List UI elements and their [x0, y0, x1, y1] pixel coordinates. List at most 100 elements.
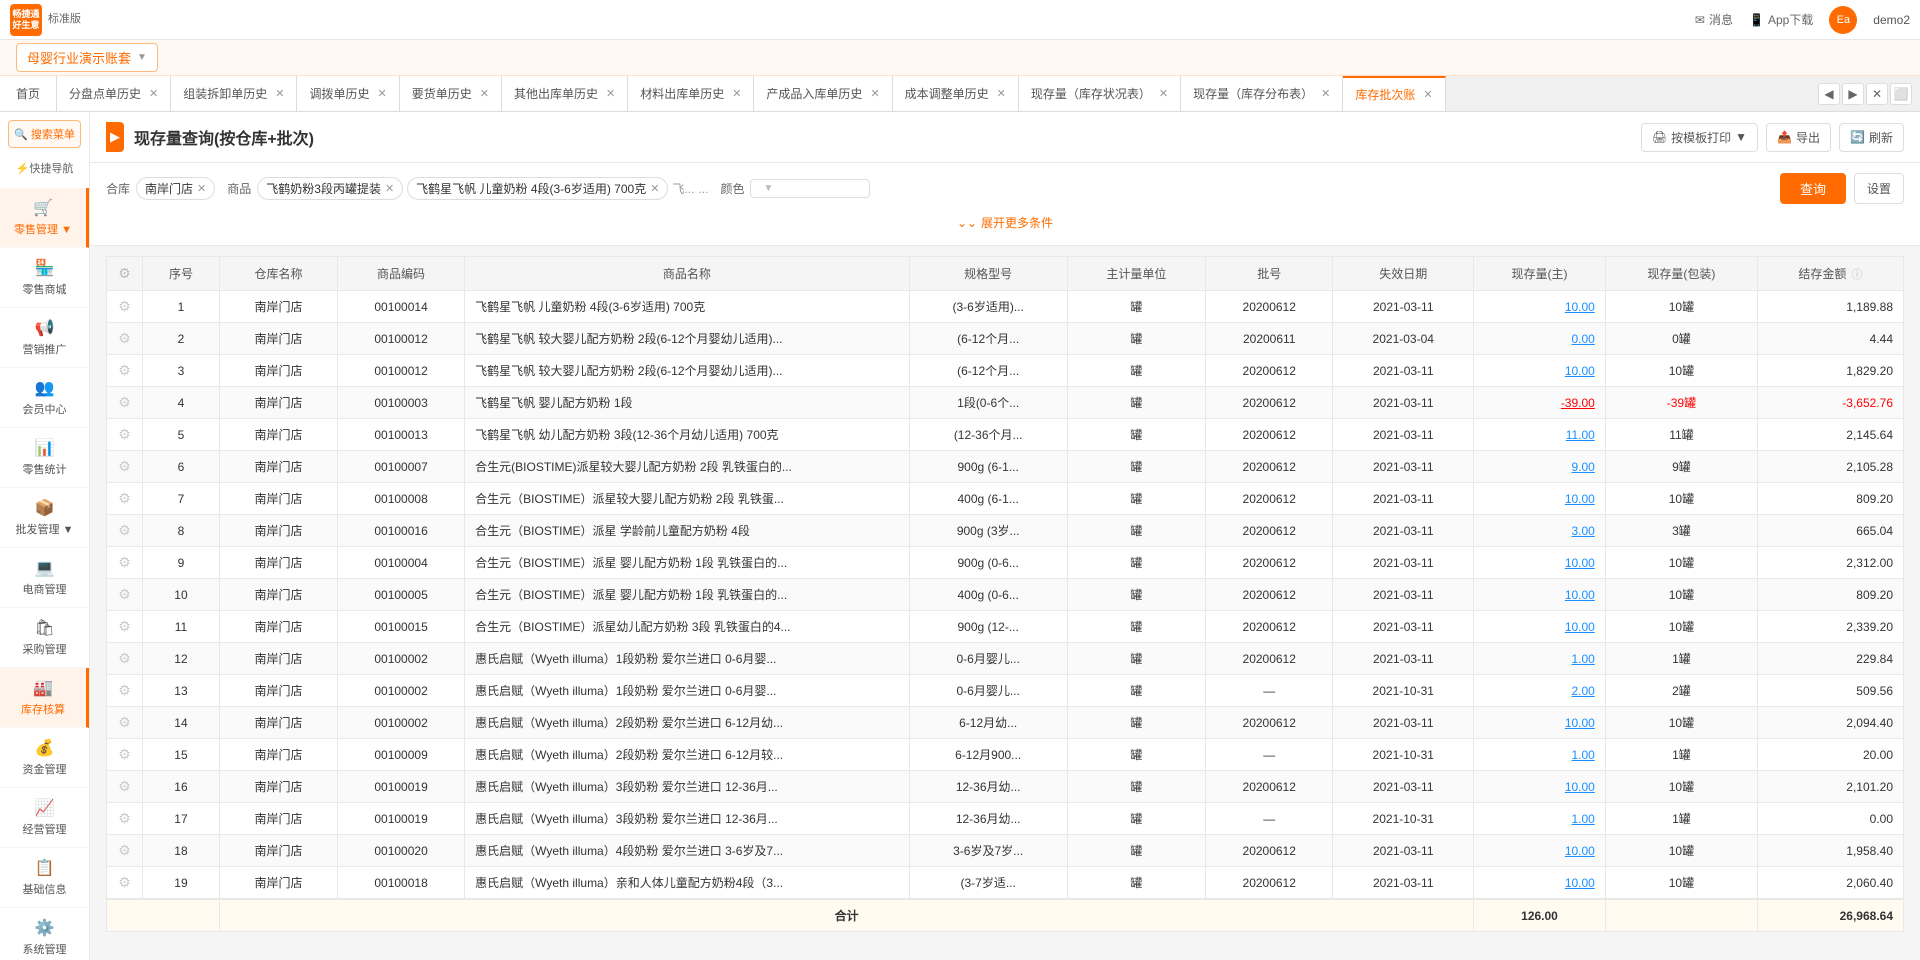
row-gear-icon[interactable]: ⚙ [118, 874, 131, 890]
row-gear-icon[interactable]: ⚙ [118, 714, 131, 730]
row-stock-main[interactable]: 10.00 [1474, 707, 1606, 739]
sidebar-item-retail-stats[interactable]: 📊 零售统计 [0, 428, 89, 488]
row-gear-icon[interactable]: ⚙ [118, 394, 131, 410]
query-button[interactable]: 查询 [1780, 173, 1846, 204]
row-gear-icon[interactable]: ⚙ [118, 842, 131, 858]
row-gear-icon[interactable]: ⚙ [118, 362, 131, 378]
tab-adjust-history[interactable]: 调拨单历史 ✕ [297, 76, 399, 112]
product-tag-1[interactable]: 飞鹤奶粉3段丙罐提装 ✕ [257, 177, 403, 200]
sidebar-item-ecommerce[interactable]: 💻 电商管理 [0, 548, 89, 608]
product-tag-2-close-icon[interactable]: ✕ [650, 182, 659, 195]
row-gear-icon[interactable]: ⚙ [118, 426, 131, 442]
row-stock-main[interactable]: 1.00 [1474, 739, 1606, 771]
app-download-button[interactable]: 📱 App下载 [1749, 11, 1813, 28]
tab-close-icon[interactable]: ✕ [870, 87, 879, 100]
row-gear-icon[interactable]: ⚙ [118, 778, 131, 794]
export-button[interactable]: 📤 导出 [1766, 123, 1831, 152]
row-gear-icon[interactable]: ⚙ [118, 458, 131, 474]
sidebar-item-purchase[interactable]: 🛍 采购管理 [0, 608, 89, 668]
row-stock-main[interactable]: 2.00 [1474, 675, 1606, 707]
tab-assemble-history[interactable]: 组装拆卸单历史 ✕ [171, 76, 297, 112]
info-icon[interactable]: ⓘ [1852, 269, 1863, 281]
tab-close-all-button[interactable]: ✕ [1866, 83, 1888, 105]
tab-batch-account[interactable]: 库存批次账 ✕ [1343, 76, 1445, 112]
warehouse-tag-1[interactable]: 南岸门店 ✕ [136, 177, 215, 200]
product-tag-2[interactable]: 飞鹤星飞帆 儿童奶粉 4段(3-6岁适用) 700克 ✕ [407, 177, 668, 200]
row-stock-main[interactable]: 10.00 [1474, 835, 1606, 867]
row-stock-main[interactable]: 10.00 [1474, 291, 1606, 323]
row-gear-icon[interactable]: ⚙ [118, 298, 131, 314]
settings-button[interactable]: 设置 [1854, 173, 1904, 204]
print-button[interactable]: 🖨 按模板打印 ▼ [1641, 123, 1758, 152]
row-gear-icon[interactable]: ⚙ [118, 810, 131, 826]
sidebar-item-member[interactable]: 👥 会员中心 [0, 368, 89, 428]
row-stock-main[interactable]: 9.00 [1474, 451, 1606, 483]
sidebar-item-wholesale[interactable]: 📦 批发管理 ▼ [0, 488, 89, 548]
sidebar-item-finance[interactable]: 💰 资金管理 [0, 728, 89, 788]
search-menu-button[interactable]: 🔍 搜索菜单 [8, 120, 81, 148]
tab-close-icon[interactable]: ✕ [480, 87, 489, 100]
row-stock-main[interactable]: 1.00 [1474, 803, 1606, 835]
tab-close-icon[interactable]: ✕ [606, 87, 615, 100]
tab-stock-dist[interactable]: 现存量（库存分布表） ✕ [1181, 76, 1343, 112]
sidebar-item-operations[interactable]: 📈 经营管理 [0, 788, 89, 848]
warehouse-tag-close-icon[interactable]: ✕ [197, 182, 206, 195]
row-stock-main[interactable]: 0.00 [1474, 323, 1606, 355]
row-gear-icon[interactable]: ⚙ [118, 682, 131, 698]
row-stock-main[interactable]: 10.00 [1474, 611, 1606, 643]
row-gear-icon[interactable]: ⚙ [118, 650, 131, 666]
row-stock-main[interactable]: 10.00 [1474, 547, 1606, 579]
row-stock-main[interactable]: 10.00 [1474, 483, 1606, 515]
tab-close-icon[interactable]: ✕ [1159, 87, 1168, 100]
tab-maximize-button[interactable]: ⬜ [1890, 83, 1912, 105]
row-gear-icon[interactable]: ⚙ [118, 522, 131, 538]
tab-next-button[interactable]: ▶ [1842, 83, 1864, 105]
row-stock-main[interactable]: 3.00 [1474, 515, 1606, 547]
row-gear-icon[interactable]: ⚙ [118, 618, 131, 634]
tab-close-icon[interactable]: ✕ [997, 87, 1006, 100]
tab-other-out-history[interactable]: 其他出库单历史 ✕ [502, 76, 628, 112]
tab-close-icon[interactable]: ✕ [1423, 88, 1432, 101]
row-stock-main[interactable]: 10.00 [1474, 771, 1606, 803]
row-gear-icon[interactable]: ⚙ [118, 330, 131, 346]
row-stock-main[interactable]: 10.00 [1474, 867, 1606, 900]
row-gear-icon[interactable]: ⚙ [118, 586, 131, 602]
quick-nav-button[interactable]: ⚡ 快捷导航 [8, 154, 81, 182]
expand-panel-button[interactable]: ▶ [106, 122, 124, 152]
row-gear-icon[interactable]: ⚙ [118, 490, 131, 506]
tab-close-icon[interactable]: ✕ [1321, 87, 1330, 100]
tab-stock-status[interactable]: 现存量（库存状况表） ✕ [1019, 76, 1181, 112]
tab-material-out-history[interactable]: 材料出库单历史 ✕ [628, 76, 754, 112]
system-select-dropdown[interactable]: 母婴行业演示账套 ▼ [16, 43, 158, 72]
tab-close-icon[interactable]: ✕ [275, 87, 284, 100]
product-tag-1-close-icon[interactable]: ✕ [385, 182, 394, 195]
row-stock-main[interactable]: -39.00 [1474, 387, 1606, 419]
tab-requisition-history[interactable]: 要货单历史 ✕ [400, 76, 502, 112]
expand-more-button[interactable]: ⌄⌄ 展开更多条件 [957, 214, 1053, 231]
row-gear-icon[interactable]: ⚙ [118, 746, 131, 762]
tab-split-history[interactable]: 分盘点单历史 ✕ [57, 76, 171, 112]
color-select[interactable]: ▼ [750, 179, 870, 198]
tab-close-icon[interactable]: ✕ [378, 87, 387, 100]
gear-icon[interactable]: ⚙ [118, 265, 131, 281]
sidebar-item-retail[interactable]: 🛒 零售管理 ▼ [0, 188, 89, 248]
sidebar-item-retail-shop[interactable]: 🏪 零售商城 [0, 248, 89, 308]
tab-close-icon[interactable]: ✕ [732, 87, 741, 100]
row-gear-icon[interactable]: ⚙ [118, 554, 131, 570]
tab-prev-button[interactable]: ◀ [1818, 83, 1840, 105]
sidebar-item-basic[interactable]: 📋 基础信息 [0, 848, 89, 908]
row-stock-main[interactable]: 10.00 [1474, 579, 1606, 611]
user-avatar[interactable]: Ea [1829, 6, 1857, 34]
refresh-button[interactable]: 🔄 刷新 [1839, 123, 1904, 152]
messages-button[interactable]: ✉ 消息 [1695, 11, 1733, 28]
sidebar-item-marketing[interactable]: 📢 营销推广 [0, 308, 89, 368]
tab-close-icon[interactable]: ✕ [149, 87, 158, 100]
tab-cost-adjust-history[interactable]: 成本调整单历史 ✕ [893, 76, 1019, 112]
tab-home[interactable]: 首页 [0, 76, 57, 112]
row-stock-main[interactable]: 10.00 [1474, 355, 1606, 387]
sidebar-item-inventory[interactable]: 🏭 库存核算 [0, 668, 89, 728]
sidebar-item-system[interactable]: ⚙️ 系统管理 [0, 908, 89, 960]
tab-product-in-history[interactable]: 产成品入库单历史 ✕ [754, 76, 892, 112]
row-stock-main[interactable]: 11.00 [1474, 419, 1606, 451]
row-stock-main[interactable]: 1.00 [1474, 643, 1606, 675]
